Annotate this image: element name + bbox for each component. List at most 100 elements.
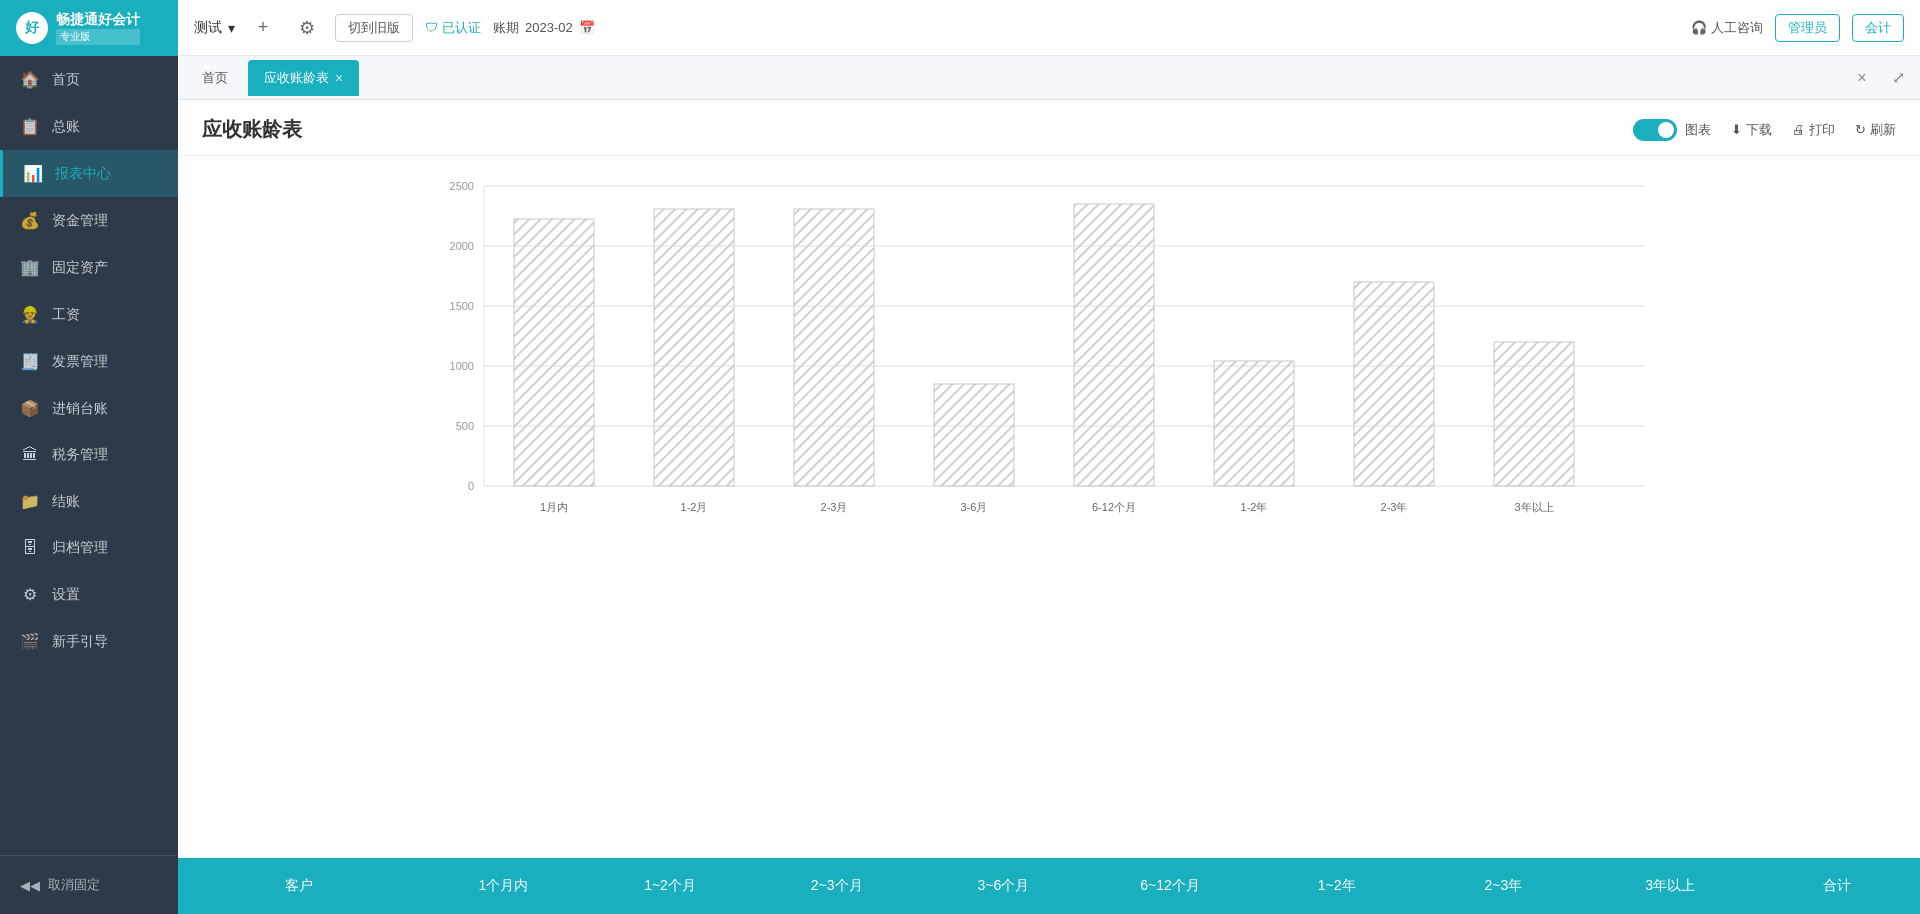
svg-text:0: 0 bbox=[468, 480, 474, 492]
sidebar-logo[interactable]: 好 畅捷通好会计 专业版 bbox=[0, 0, 178, 56]
sidebar-item-reports[interactable]: 📊 报表中心 bbox=[0, 150, 178, 197]
logo-edition: 专业版 bbox=[56, 29, 140, 45]
manager-button[interactable]: 管理员 bbox=[1775, 14, 1840, 42]
svg-text:1500: 1500 bbox=[450, 300, 474, 312]
pin-icon: ◀◀ bbox=[20, 878, 40, 893]
sidebar-bottom: ◀◀ 取消固定 bbox=[0, 855, 178, 914]
bar-1-2月[interactable] bbox=[654, 209, 734, 486]
chart-container: 0 500 1000 1500 2000 2500 1月内 1-2月 2-3月 bbox=[178, 156, 1920, 858]
settings-button[interactable]: ⚙ bbox=[291, 12, 323, 44]
logo-main: 畅捷通好会计 bbox=[56, 11, 140, 28]
sidebar-item-home[interactable]: 🏠 首页 bbox=[0, 56, 178, 103]
sidebar-item-label: 进销台账 bbox=[52, 400, 108, 418]
headset-icon: 🎧 bbox=[1691, 20, 1707, 35]
sidebar-item-payroll[interactable]: 👷 工资 bbox=[0, 291, 178, 338]
bar-1-2年[interactable] bbox=[1214, 361, 1294, 486]
col-total: 合计 bbox=[1753, 877, 1920, 895]
calendar-icon: 📅 bbox=[579, 20, 595, 35]
content-scroll[interactable]: 应收账龄表 图表 ⬇ 下载 🖨 打印 ↻ bbox=[178, 100, 1920, 914]
sidebar: 好 畅捷通好会计 专业版 🏠 首页 📋 总账 📊 报表中心 💰 资金管理 🏢 固… bbox=[0, 0, 178, 914]
manager-label: 管理员 bbox=[1788, 20, 1827, 35]
sidebar-item-label: 结账 bbox=[52, 493, 80, 511]
sidebar-item-invoice[interactable]: 🧾 发票管理 bbox=[0, 338, 178, 385]
assets-icon: 🏢 bbox=[20, 258, 40, 277]
close-window-button[interactable]: × bbox=[1848, 64, 1876, 92]
tab-aging[interactable]: 应收账龄表 × bbox=[248, 60, 359, 96]
sidebar-item-settings[interactable]: ⚙ 设置 bbox=[0, 571, 178, 618]
svg-text:2-3月: 2-3月 bbox=[821, 501, 848, 513]
sidebar-item-label: 归档管理 bbox=[52, 539, 108, 557]
sidebar-item-funds[interactable]: 💰 资金管理 bbox=[0, 197, 178, 244]
bar-2-3年[interactable] bbox=[1354, 282, 1434, 486]
bar-1月内[interactable] bbox=[514, 219, 594, 486]
bar-3-6月[interactable] bbox=[934, 384, 1014, 486]
close-period-icon: 📁 bbox=[20, 492, 40, 511]
sidebar-pin-button[interactable]: ◀◀ 取消固定 bbox=[0, 866, 178, 904]
col-2-3m: 2~3个月 bbox=[753, 877, 920, 895]
sidebar-item-guide[interactable]: 🎬 新手引导 bbox=[0, 618, 178, 665]
table-header: 客户 1个月内 1~2个月 2~3个月 3~6个月 6~12个月 bbox=[178, 858, 1920, 914]
aging-tab-label: 应收账龄表 bbox=[264, 69, 329, 87]
topbar: 测试 ▾ + ⚙ 切到旧版 🛡 已认证 账期 2023-02 📅 🎧 人工咨询 … bbox=[178, 0, 1920, 56]
sidebar-item-assets[interactable]: 🏢 固定资产 bbox=[0, 244, 178, 291]
payroll-icon: 👷 bbox=[20, 305, 40, 324]
sidebar-scroll: 🏠 首页 📋 总账 📊 报表中心 💰 资金管理 🏢 固定资产 👷 工资 🧾 发票… bbox=[0, 56, 178, 855]
sidebar-item-label: 报表中心 bbox=[55, 165, 111, 183]
sidebar-item-close[interactable]: 📁 结账 bbox=[0, 478, 178, 525]
tax-icon: 🏛 bbox=[20, 446, 40, 464]
add-icon: + bbox=[258, 17, 269, 38]
sidebar-item-archive[interactable]: 🗄 归档管理 bbox=[0, 525, 178, 571]
bar-3年以上[interactable] bbox=[1494, 342, 1574, 486]
sidebar-item-tax[interactable]: 🏛 税务管理 bbox=[0, 432, 178, 478]
ledger-icon: 📋 bbox=[20, 117, 40, 136]
print-button[interactable]: 🖨 打印 bbox=[1792, 121, 1835, 139]
home-icon: 🏠 bbox=[20, 70, 40, 89]
tab-home[interactable]: 首页 bbox=[186, 60, 244, 96]
fullscreen-icon: ⤢ bbox=[1892, 68, 1905, 87]
chart-toggle[interactable] bbox=[1633, 119, 1677, 141]
consult-button[interactable]: 🎧 人工咨询 bbox=[1691, 19, 1763, 37]
refresh-label: 刷新 bbox=[1870, 121, 1896, 139]
add-button[interactable]: + bbox=[247, 12, 279, 44]
download-button[interactable]: ⬇ 下载 bbox=[1731, 121, 1772, 139]
accountant-label: 会计 bbox=[1865, 20, 1891, 35]
sidebar-item-label: 设置 bbox=[52, 586, 80, 604]
shield-icon: 🛡 bbox=[425, 20, 438, 35]
old-version-button[interactable]: 切到旧版 bbox=[335, 14, 413, 42]
col-1-2y: 1~2年 bbox=[1253, 877, 1420, 895]
consult-label: 人工咨询 bbox=[1711, 19, 1763, 37]
logo-icon: 好 bbox=[16, 12, 48, 44]
print-icon: 🖨 bbox=[1792, 122, 1805, 137]
reports-icon: 📊 bbox=[23, 164, 43, 183]
period-value: 2023-02 bbox=[525, 20, 573, 35]
certified-label: 已认证 bbox=[442, 19, 481, 37]
settings-icon: ⚙ bbox=[20, 585, 40, 604]
guide-icon: 🎬 bbox=[20, 632, 40, 651]
svg-text:2500: 2500 bbox=[450, 180, 474, 192]
svg-text:6-12个月: 6-12个月 bbox=[1092, 501, 1136, 513]
gear-icon: ⚙ bbox=[299, 17, 315, 39]
svg-text:1-2月: 1-2月 bbox=[681, 501, 708, 513]
sidebar-item-ledger[interactable]: 📋 总账 bbox=[0, 103, 178, 150]
sidebar-item-label: 资金管理 bbox=[52, 212, 108, 230]
fullscreen-button[interactable]: ⤢ bbox=[1884, 64, 1912, 92]
svg-text:3-6月: 3-6月 bbox=[961, 501, 988, 513]
sidebar-item-inventory[interactable]: 📦 进销台账 bbox=[0, 385, 178, 432]
tabs-actions: × ⤢ bbox=[1848, 64, 1912, 92]
company-selector[interactable]: 测试 ▾ bbox=[194, 19, 235, 37]
svg-text:500: 500 bbox=[456, 420, 474, 432]
pin-label: 取消固定 bbox=[48, 876, 100, 894]
refresh-button[interactable]: ↻ 刷新 bbox=[1855, 121, 1896, 139]
certified-badge: 🛡 已认证 bbox=[425, 19, 481, 37]
download-icon: ⬇ bbox=[1731, 122, 1742, 137]
bar-6-12月[interactable] bbox=[1074, 204, 1154, 486]
bar-2-3月[interactable] bbox=[794, 209, 874, 486]
sidebar-item-label: 工资 bbox=[52, 306, 80, 324]
period-text: 账期 bbox=[493, 19, 519, 37]
period-selector[interactable]: 账期 2023-02 📅 bbox=[493, 19, 595, 37]
col-customer: 客户 bbox=[178, 877, 420, 895]
page-actions: 图表 ⬇ 下载 🖨 打印 ↻ 刷新 bbox=[1633, 119, 1896, 141]
tab-close-icon[interactable]: × bbox=[335, 70, 343, 86]
accountant-button[interactable]: 会计 bbox=[1852, 14, 1904, 42]
col-6-12m: 6~12个月 bbox=[1087, 877, 1254, 895]
